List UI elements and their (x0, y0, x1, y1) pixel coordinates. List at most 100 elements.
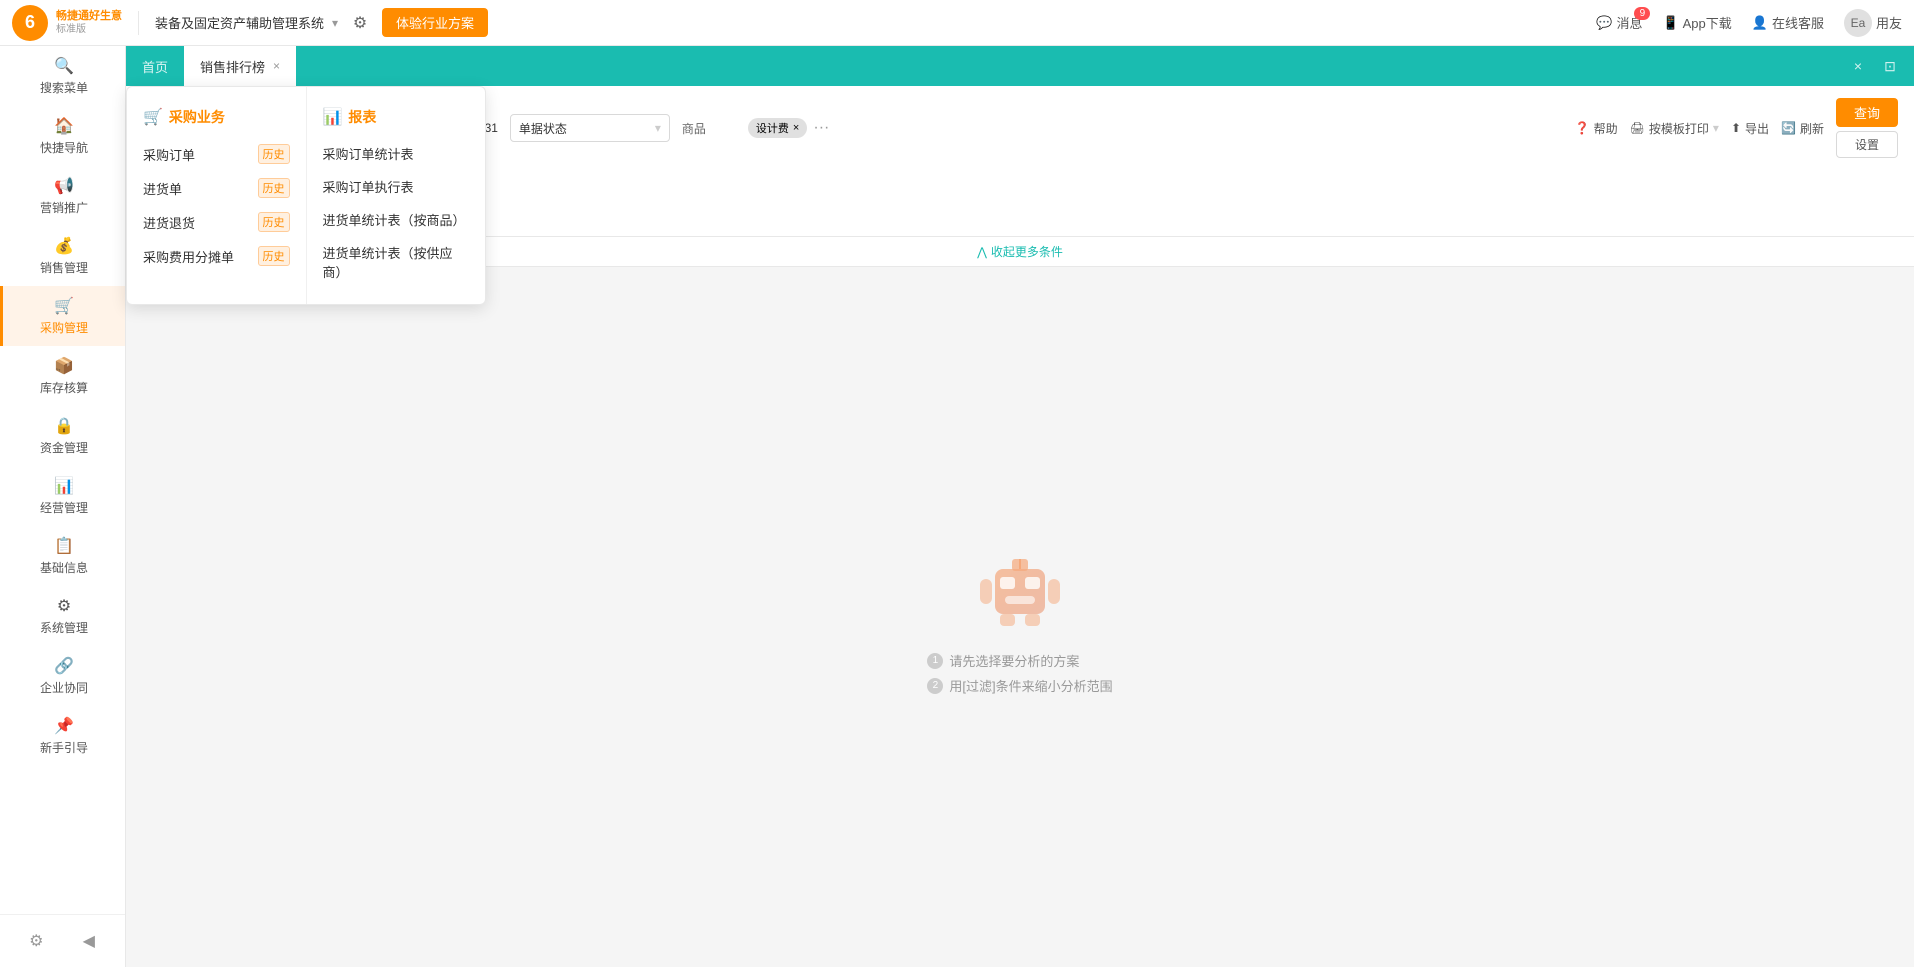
sidebar-label-newbie: 新手引导 (40, 739, 88, 756)
sidebar: 🔍 搜索菜单 🏠 快捷导航 📢 营销推广 💰 销售管理 🛒 采购管理 📦 (0, 46, 126, 967)
home-icon: 🏠 (54, 116, 74, 136)
sidebar-menu: 🔍 搜索菜单 🏠 快捷导航 📢 营销推广 💰 销售管理 🛒 采购管理 📦 (0, 46, 125, 914)
sidebar-item-operation[interactable]: 📊 经营管理 (0, 466, 125, 526)
collapse-text: 收起更多条件 (991, 243, 1063, 260)
finance-icon: 🔒 (54, 416, 74, 436)
purchase-icon: 🛒 (54, 296, 74, 316)
sidebar-collapse-btn[interactable]: ◀ (73, 925, 105, 957)
sidebar-item-enterprise[interactable]: 🔗 企业协同 (0, 646, 125, 706)
print-arrow: ▾ (1713, 121, 1719, 135)
dropdown-item-order-exec[interactable]: 采购订单执行表 (307, 170, 486, 203)
doc-status-arrow: ▾ (655, 121, 661, 135)
message-badge: 9 (1634, 7, 1650, 20)
sidebar-bottom: ⚙ ◀ (0, 914, 125, 967)
goods-more-btn[interactable]: ··· (813, 119, 829, 137)
user-menu[interactable]: Ea 用友 (1844, 9, 1902, 37)
online-service-btn[interactable]: 👤 在线客服 (1752, 13, 1824, 32)
tab-bar-actions: × ⊡ (1846, 54, 1914, 78)
system-dropdown-arrow[interactable]: ▾ (332, 16, 338, 30)
operation-icon: 📊 (54, 476, 74, 496)
sidebar-label-purchase: 采购管理 (40, 319, 88, 336)
sidebar-item-search[interactable]: 🔍 搜索菜单 (0, 46, 125, 106)
sidebar-item-inventory[interactable]: 📦 库存核算 (0, 346, 125, 406)
tab-bar: 首页 销售排行榜 × × ⊡ (126, 46, 1914, 86)
sidebar-label-inventory: 库存核算 (40, 379, 88, 396)
query-btn[interactable]: 查询 (1836, 98, 1898, 127)
sidebar-item-finance[interactable]: 🔒 资金管理 (0, 406, 125, 466)
empty-num-2: 2 (927, 678, 943, 694)
purchase-dropdown: 🛒 采购业务 采购订单 历史 进货单 历史 进货退货 历史 采购费用分摊单 历史… (126, 86, 486, 305)
dropdown-item-expense[interactable]: 采购费用分摊单 历史 (127, 239, 306, 273)
dropdown-item-incoming-goods[interactable]: 进货单统计表（按商品） (307, 203, 486, 236)
sidebar-item-basic-info[interactable]: 📋 基础信息 (0, 526, 125, 586)
basic-info-icon: 📋 (54, 536, 74, 556)
tab-home[interactable]: 首页 (126, 46, 184, 86)
logo-sub-text: 标准版 (56, 23, 122, 36)
export-btn[interactable]: ⬆ 导出 (1731, 120, 1769, 137)
dropdown-item-order-stats[interactable]: 采购订单统计表 (307, 137, 486, 170)
empty-text-block: 1 请先选择要分析的方案 2 用[过滤]条件来缩小分析范围 (927, 651, 1112, 695)
message-btn[interactable]: 💬 消息 9 (1596, 13, 1642, 32)
dropdown-item-return[interactable]: 进货退货 历史 (127, 205, 306, 239)
sales-icon: 💰 (54, 236, 74, 256)
doc-status-label: 单据状态 (519, 120, 567, 137)
marketing-icon: 📢 (54, 176, 74, 196)
topbar-settings-icon[interactable]: ⚙ (346, 9, 374, 37)
tab-sales-rank-close[interactable]: × (273, 59, 280, 73)
help-btn[interactable]: ❓ 帮助 (1575, 120, 1618, 137)
refresh-btn[interactable]: 🔄 刷新 (1781, 120, 1824, 137)
sidebar-label-search: 搜索菜单 (40, 79, 88, 96)
sidebar-label-marketing: 营销推广 (40, 199, 88, 216)
empty-num-1: 1 (927, 653, 943, 669)
inventory-icon: 📦 (54, 356, 74, 376)
empty-tip-1: 1 请先选择要分析的方案 (927, 651, 1112, 670)
goods-tag-close[interactable]: × (793, 122, 799, 134)
settings-btn[interactable]: 设置 (1836, 131, 1898, 158)
window-resize-btn[interactable]: ⊡ (1878, 54, 1902, 78)
app-download-btn[interactable]: 📱 App下载 (1662, 13, 1731, 32)
report-col: 📊 报表 采购订单统计表 采购订单执行表 进货单统计表（按商品） 进货单统计表（… (307, 87, 486, 304)
online-service-label: 在线客服 (1772, 13, 1824, 32)
message-icon: 💬 (1596, 15, 1612, 31)
empty-illustration (970, 539, 1070, 639)
phone-icon: 📱 (1662, 15, 1678, 31)
search-icon: 🔍 (54, 56, 74, 76)
export-icon: ⬆ (1731, 121, 1741, 135)
refresh-icon: 🔄 (1781, 121, 1796, 135)
dropdown-item-purchase-order[interactable]: 采购订单 历史 (127, 137, 306, 171)
empty-tip-2: 2 用[过滤]条件来缩小分析范围 (927, 676, 1112, 695)
app-download-label: App下载 (1683, 13, 1732, 32)
enterprise-icon: 🔗 (54, 656, 74, 676)
report-section-icon: 📊 (323, 107, 343, 127)
goods-filter: 商品 设计费 × ··· (682, 118, 829, 138)
top-bar-right: 💬 消息 9 📱 App下载 👤 在线客服 Ea 用友 (1596, 9, 1902, 37)
system-icon: ⚙ (54, 596, 74, 616)
sidebar-item-quick-nav[interactable]: 🏠 快捷导航 (0, 106, 125, 166)
avatar: Ea (1844, 9, 1872, 37)
sidebar-item-purchase[interactable]: 🛒 采购管理 (0, 286, 125, 346)
top-bar: 6 畅捷通好生意 标准版 装备及固定资产辅助管理系统 ▾ ⚙ 体验行业方案 💬 … (0, 0, 1914, 46)
sidebar-label-enterprise: 企业协同 (40, 679, 88, 696)
dropdown-item-incoming-supplier[interactable]: 进货单统计表（按供应商） (307, 236, 486, 288)
sidebar-settings-btn[interactable]: ⚙ (20, 925, 52, 957)
sidebar-label-system: 系统管理 (40, 619, 88, 636)
sidebar-item-system[interactable]: ⚙ 系统管理 (0, 586, 125, 646)
tab-home-label: 首页 (142, 57, 168, 76)
logo-main-text: 畅捷通好生意 (56, 9, 122, 23)
sidebar-item-newbie[interactable]: 📌 新手引导 (0, 706, 125, 766)
industry-btn[interactable]: 体验行业方案 (382, 8, 488, 37)
dropdown-item-incoming[interactable]: 进货单 历史 (127, 171, 306, 205)
tab-sales-rank[interactable]: 销售排行榜 × (184, 46, 296, 86)
divider (138, 11, 139, 35)
print-icon: 🖨 (1630, 121, 1645, 135)
purchase-section-title: 🛒 采购业务 (127, 103, 306, 137)
window-close-btn[interactable]: × (1846, 54, 1870, 78)
template-print-btn[interactable]: 🖨 按模板打印 ▾ (1630, 120, 1719, 137)
sidebar-item-sales[interactable]: 💰 销售管理 (0, 226, 125, 286)
sidebar-item-marketing[interactable]: 📢 营销推广 (0, 166, 125, 226)
empty-state: 1 请先选择要分析的方案 2 用[过滤]条件来缩小分析范围 (126, 267, 1914, 967)
logo-icon: 6 (12, 5, 48, 41)
goods-tag: 设计费 × (748, 118, 807, 138)
sidebar-label-basic-info: 基础信息 (40, 559, 88, 576)
doc-status-select[interactable]: 单据状态 ▾ (510, 114, 670, 142)
